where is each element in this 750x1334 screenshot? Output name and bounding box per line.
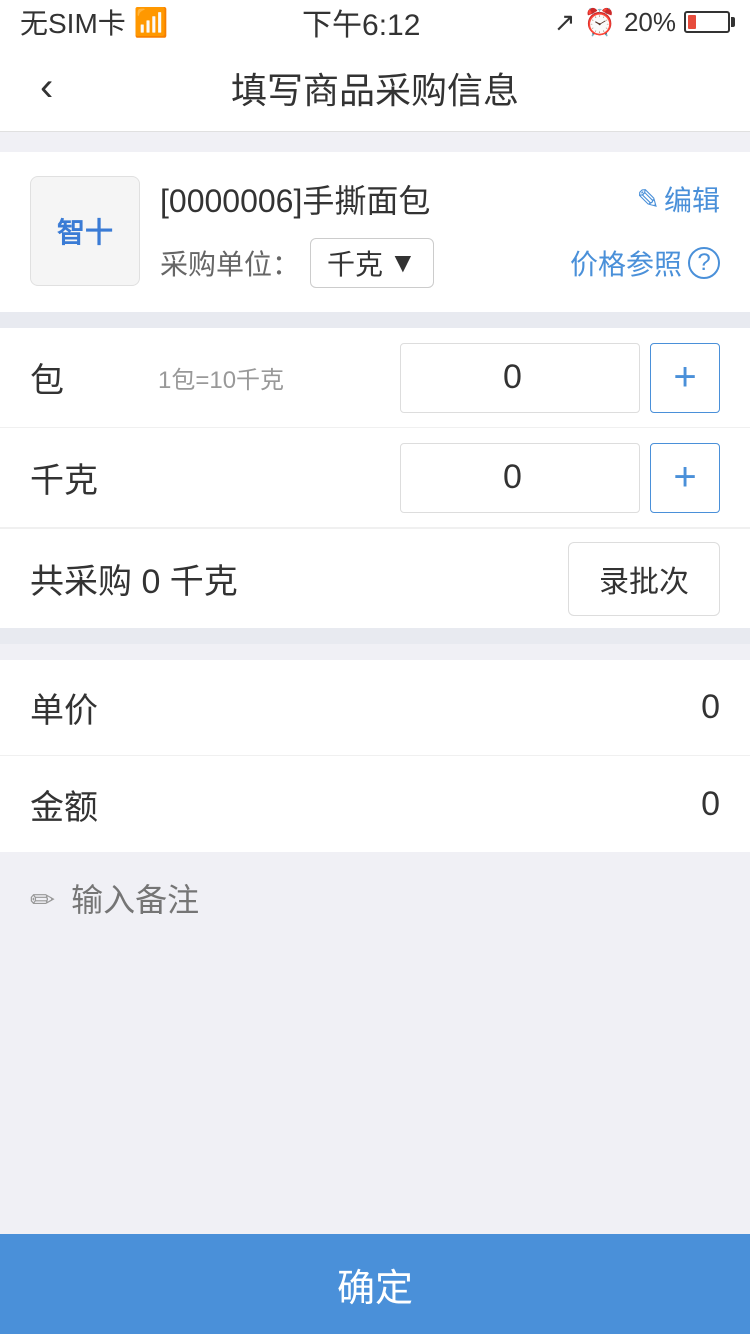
price-ref-label: 价格参照	[570, 243, 682, 283]
unit-label: 采购单位： 千克 ▼	[160, 238, 434, 288]
product-name: [0000006]手撕面包	[160, 176, 430, 222]
pack-sub-label: 1包=10千克	[158, 360, 284, 395]
product-header: [0000006]手撕面包 ✎ 编辑	[160, 176, 720, 222]
amount-label: 金额	[30, 780, 98, 829]
separator-2	[0, 628, 750, 644]
product-card: 智十 [0000006]手撕面包 ✎ 编辑 采购单位： 千克 ▼ 价格参照 ?	[0, 152, 750, 312]
battery-fill	[688, 15, 696, 29]
edit-label: 编辑	[664, 179, 720, 219]
batch-button[interactable]: 录批次	[568, 542, 720, 616]
kg-input-row: 千克 +	[0, 428, 750, 528]
nav-title: 填写商品采购信息	[231, 62, 519, 114]
summary-row: 共采购 0 千克 录批次	[0, 528, 750, 628]
location-icon: ↗	[554, 7, 576, 38]
help-icon: ?	[688, 247, 720, 279]
status-right: ↗ ⏰ 20%	[554, 7, 730, 38]
back-button[interactable]: ‹	[30, 55, 63, 120]
amount-row: 金额 0	[0, 756, 750, 852]
pencil-icon: ✏	[30, 883, 55, 918]
product-image: 智十	[30, 176, 140, 286]
notes-input[interactable]	[71, 882, 720, 919]
pack-input-wrap: +	[284, 343, 720, 413]
product-unit-row: 采购单位： 千克 ▼ 价格参照 ?	[160, 238, 720, 288]
unit-price-label: 单价	[30, 683, 98, 732]
nav-bar: ‹ 填写商品采购信息	[0, 44, 750, 132]
chevron-down-icon: ▼	[389, 247, 417, 279]
edit-icon: ✎	[637, 183, 660, 216]
status-left: 无SIM卡 📶	[20, 2, 169, 42]
unit-selector[interactable]: 千克 ▼	[310, 238, 434, 288]
carrier-text: 无SIM卡	[20, 2, 126, 42]
pack-input[interactable]	[400, 343, 640, 413]
unit-price-value: 0	[701, 688, 720, 727]
confirm-button[interactable]: 确定	[0, 1234, 750, 1334]
input-section: 包 1包=10千克 + 千克 + 共采购 0 千克 录批次	[0, 328, 750, 628]
summary-text: 共采购 0 千克	[30, 554, 238, 603]
kg-label: 千克	[30, 453, 150, 502]
unit-value: 千克	[327, 243, 383, 283]
status-time: 下午6:12	[302, 0, 420, 44]
battery-icon	[684, 11, 730, 33]
bottom-area: 确定	[0, 1234, 750, 1334]
unit-price-row: 单价 0	[0, 660, 750, 756]
separator-1	[0, 312, 750, 328]
price-ref-button[interactable]: 价格参照 ?	[570, 243, 720, 283]
pack-input-row: 包 1包=10千克 +	[0, 328, 750, 428]
kg-plus-button[interactable]: +	[650, 443, 720, 513]
product-image-text: 智十	[57, 211, 113, 251]
notes-section[interactable]: ✏	[0, 852, 750, 949]
status-bar: 无SIM卡 📶 下午6:12 ↗ ⏰ 20%	[0, 0, 750, 44]
kg-input[interactable]	[400, 443, 640, 513]
pack-label: 包	[30, 353, 150, 402]
price-section: 单价 0 金额 0	[0, 660, 750, 852]
pack-plus-button[interactable]: +	[650, 343, 720, 413]
product-info: [0000006]手撕面包 ✎ 编辑 采购单位： 千克 ▼ 价格参照 ?	[160, 176, 720, 288]
alarm-icon: ⏰	[584, 7, 616, 38]
amount-value: 0	[701, 785, 720, 824]
battery-percent: 20%	[624, 7, 676, 38]
wifi-icon: 📶	[134, 6, 169, 39]
kg-input-wrap: +	[150, 443, 720, 513]
edit-button[interactable]: ✎ 编辑	[637, 179, 720, 219]
